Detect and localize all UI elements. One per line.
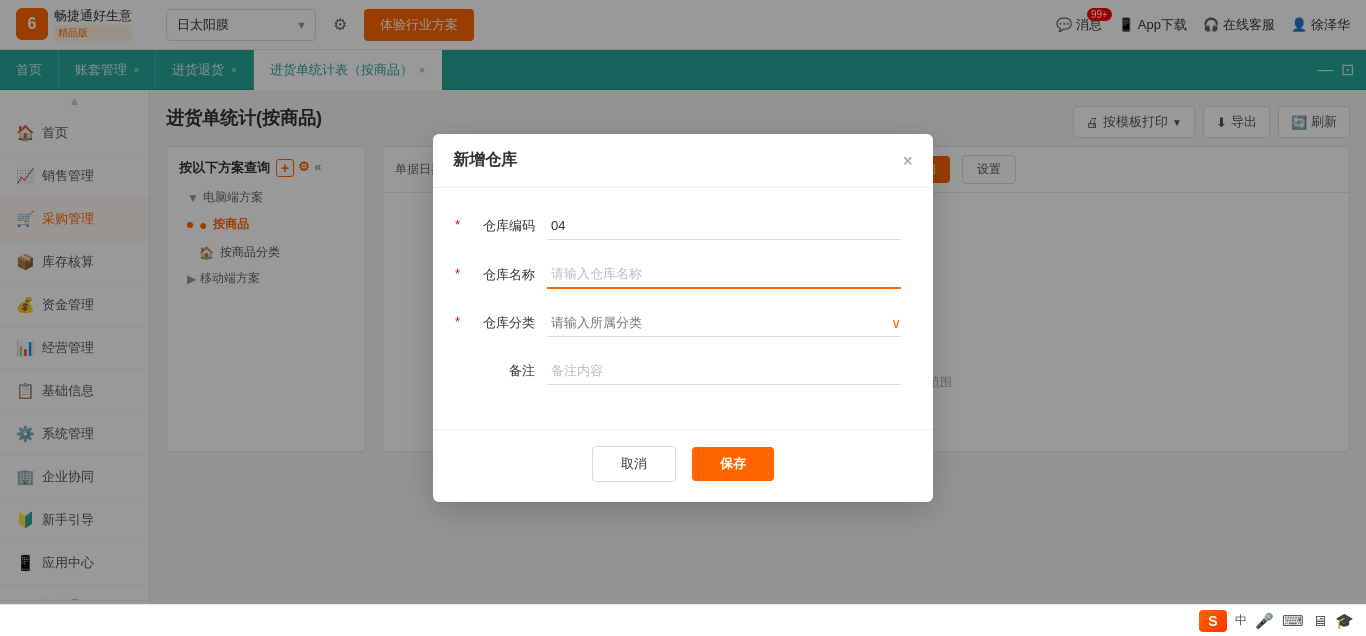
modal-overlay[interactable]: 新增仓库 × 仓库编码 仓库名称 仓库分类 ∨ [0,0,1366,636]
status-bar: S 中 🎤 ⌨ 🖥 🎓 [0,604,1366,636]
category-input[interactable] [547,309,891,336]
add-warehouse-modal: 新增仓库 × 仓库编码 仓库名称 仓库分类 ∨ [433,134,933,502]
form-row-code: 仓库编码 [465,212,901,240]
form-row-category: 仓库分类 ∨ [465,309,901,337]
monitor-button[interactable]: 🖥 [1312,612,1327,629]
mic-button[interactable]: 🎤 [1255,612,1274,630]
form-row-note: 备注 [465,357,901,385]
cancel-button[interactable]: 取消 [592,446,676,482]
hat-button[interactable]: 🎓 [1335,612,1354,630]
name-input[interactable] [547,260,901,289]
note-label: 备注 [465,362,535,380]
category-dropdown-icon[interactable]: ∨ [891,315,901,331]
form-row-name: 仓库名称 [465,260,901,289]
s-brand-logo: S [1199,610,1227,632]
modal-header: 新增仓库 × [433,134,933,188]
category-label: 仓库分类 [465,314,535,332]
keyboard-button[interactable]: ⌨ [1282,612,1304,630]
chinese-input-icon[interactable]: 中 [1235,612,1247,629]
modal-footer: 取消 保存 [433,429,933,502]
modal-title: 新增仓库 [453,150,517,171]
code-input[interactable] [547,212,901,240]
save-button[interactable]: 保存 [692,447,774,481]
modal-close-button[interactable]: × [902,152,913,170]
modal-body: 仓库编码 仓库名称 仓库分类 ∨ 备注 [433,188,933,429]
name-label: 仓库名称 [465,266,535,284]
code-label: 仓库编码 [465,217,535,235]
note-input[interactable] [547,357,901,385]
category-select-wrapper: ∨ [547,309,901,337]
